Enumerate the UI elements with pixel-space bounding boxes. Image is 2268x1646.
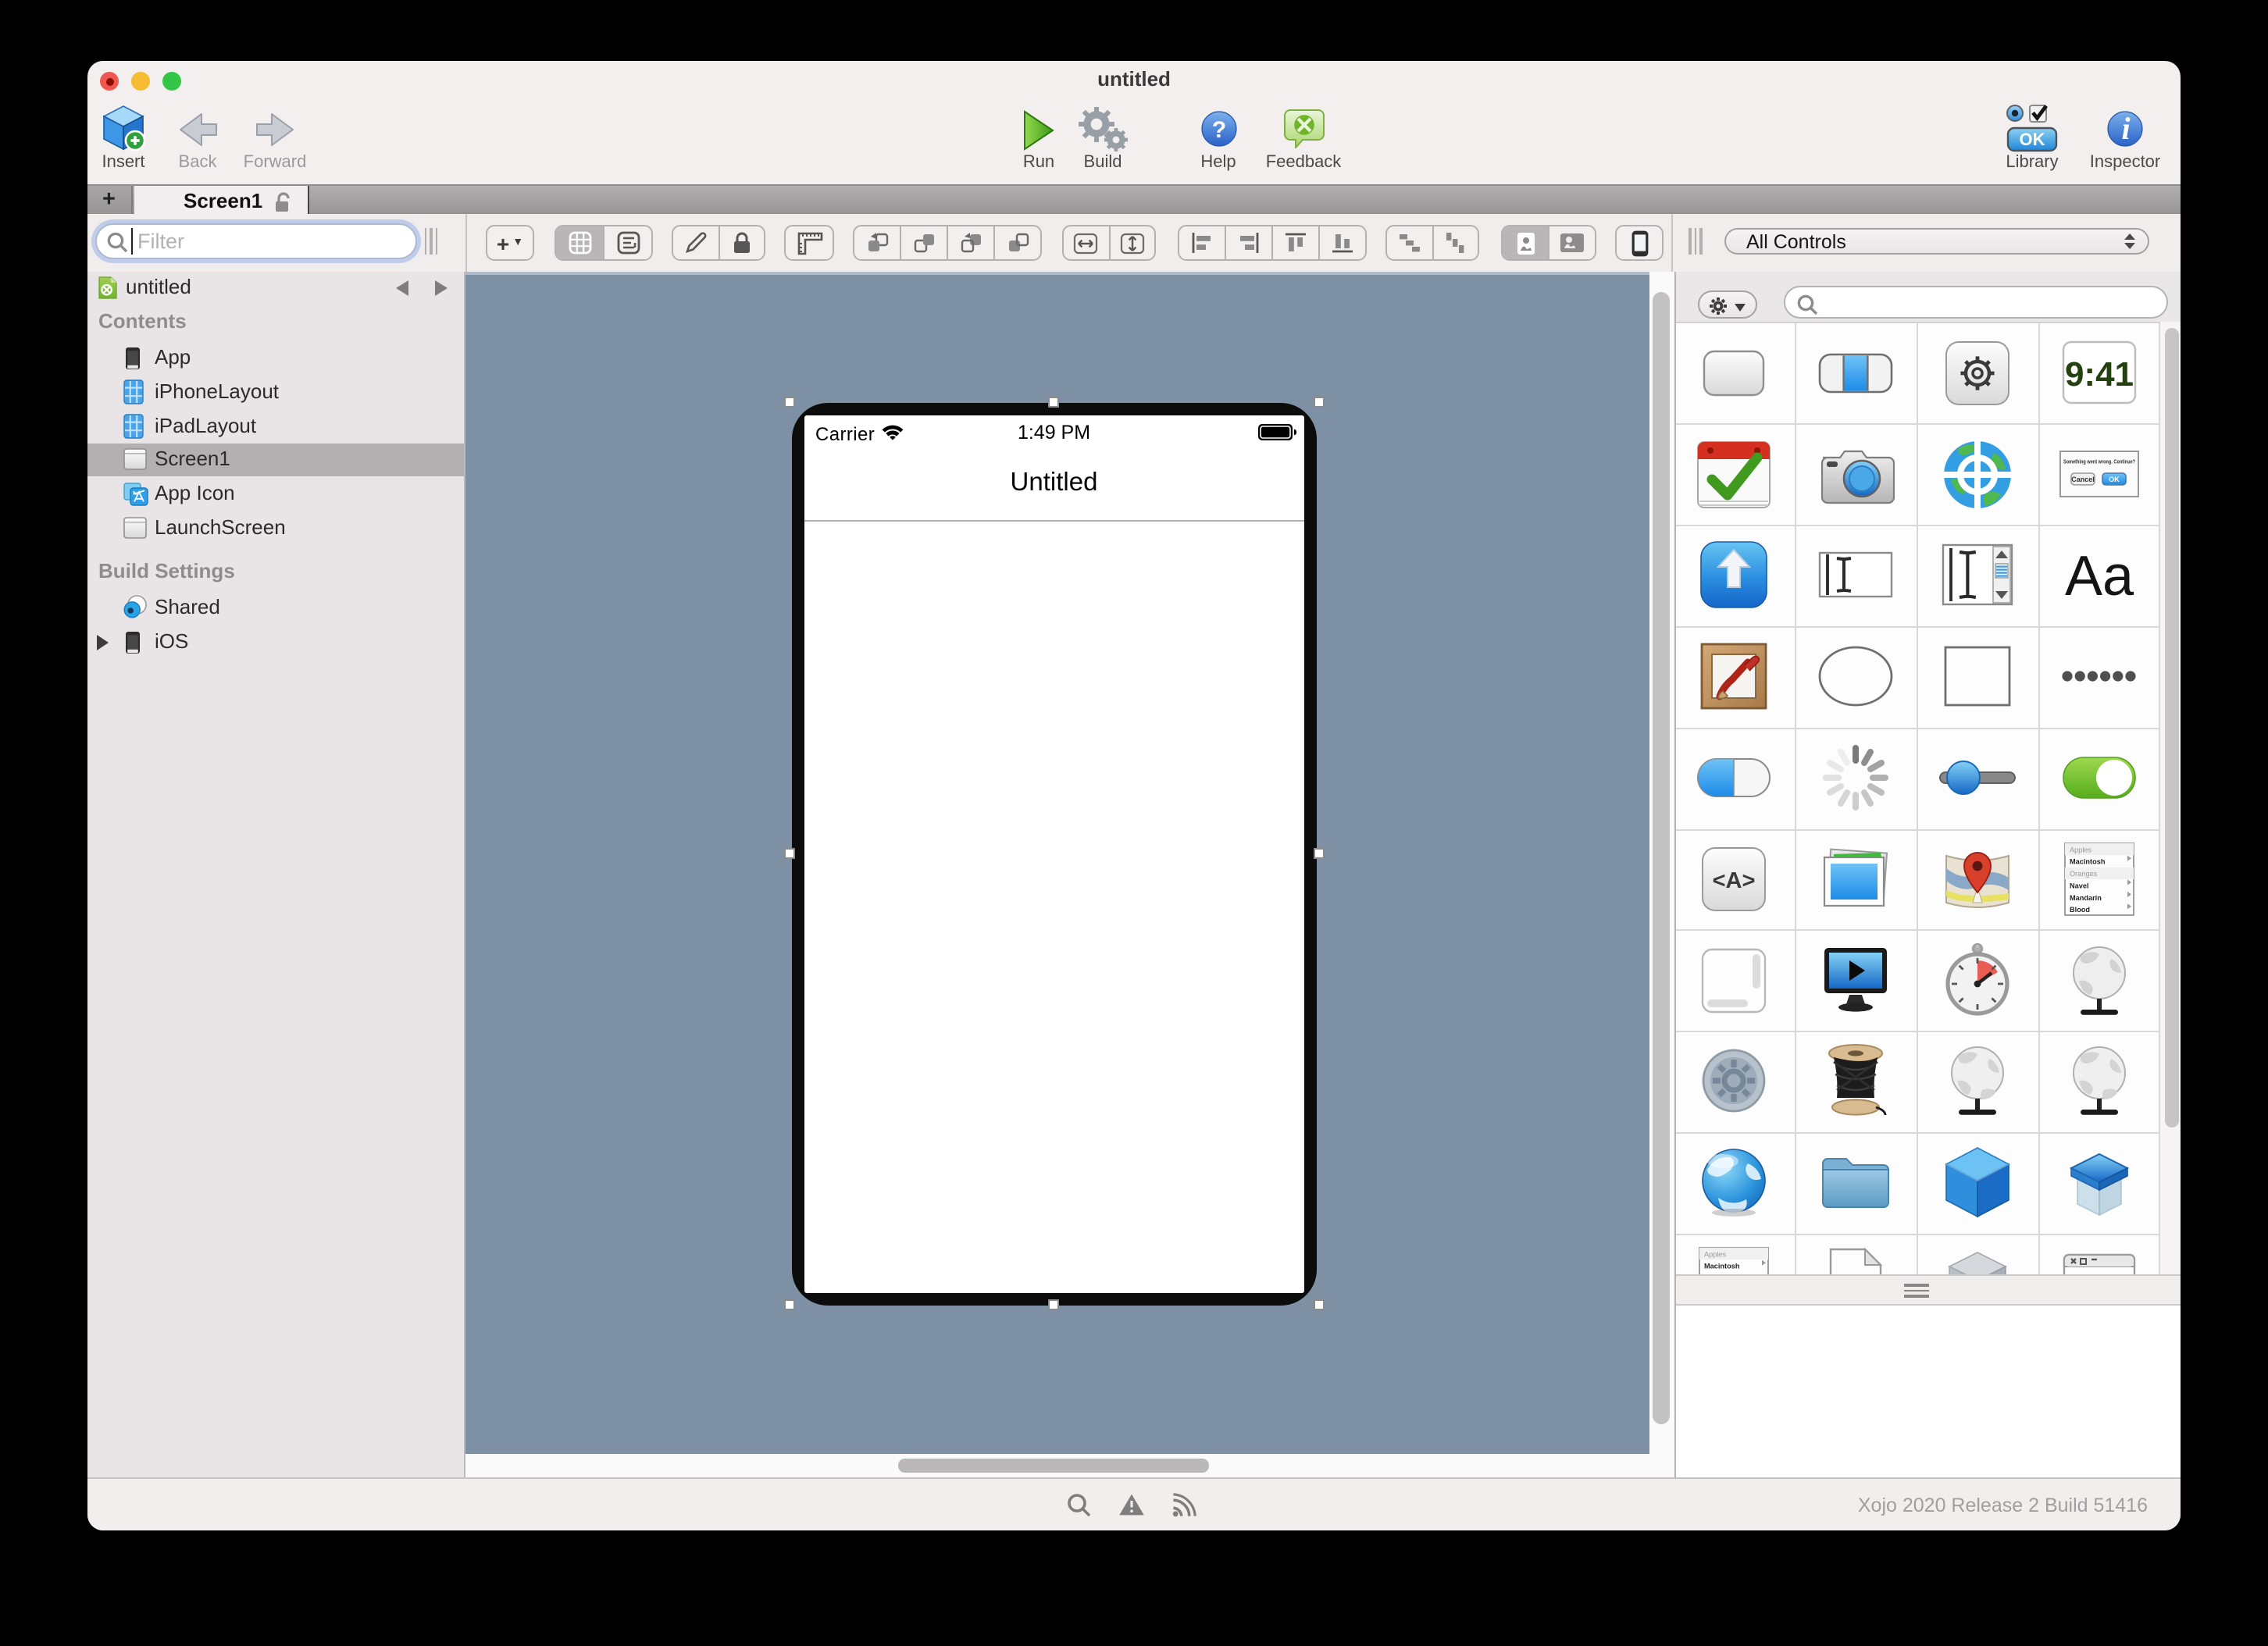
svg-text:Aa: Aa [2064, 546, 2134, 605]
svg-text:Something went wrong. Continue: Something went wrong. Continue? [2063, 460, 2134, 465]
svg-text:OK: OK [2020, 129, 2045, 148]
svg-text:Macintosh: Macintosh [2069, 857, 2105, 865]
svg-text:Mandarin: Mandarin [2069, 894, 2101, 902]
svg-text:Cancel: Cancel [2070, 476, 2094, 484]
svg-text:Apples: Apples [2069, 846, 2091, 853]
svg-text:Macintosh: Macintosh [1703, 1263, 1739, 1270]
svg-text:9:41: 9:41 [2064, 356, 2133, 394]
svg-text:Apples: Apples [1703, 1251, 1725, 1259]
svg-text:Blood: Blood [2069, 906, 2089, 914]
svg-text:Oranges: Oranges [2069, 870, 2097, 878]
svg-text:OK: OK [2108, 476, 2119, 484]
svg-text:<A>: <A> [1712, 868, 1755, 893]
svg-text:i: i [2121, 110, 2130, 145]
svg-text:?: ? [1211, 116, 1225, 142]
svg-text:Navel: Navel [2069, 882, 2088, 889]
